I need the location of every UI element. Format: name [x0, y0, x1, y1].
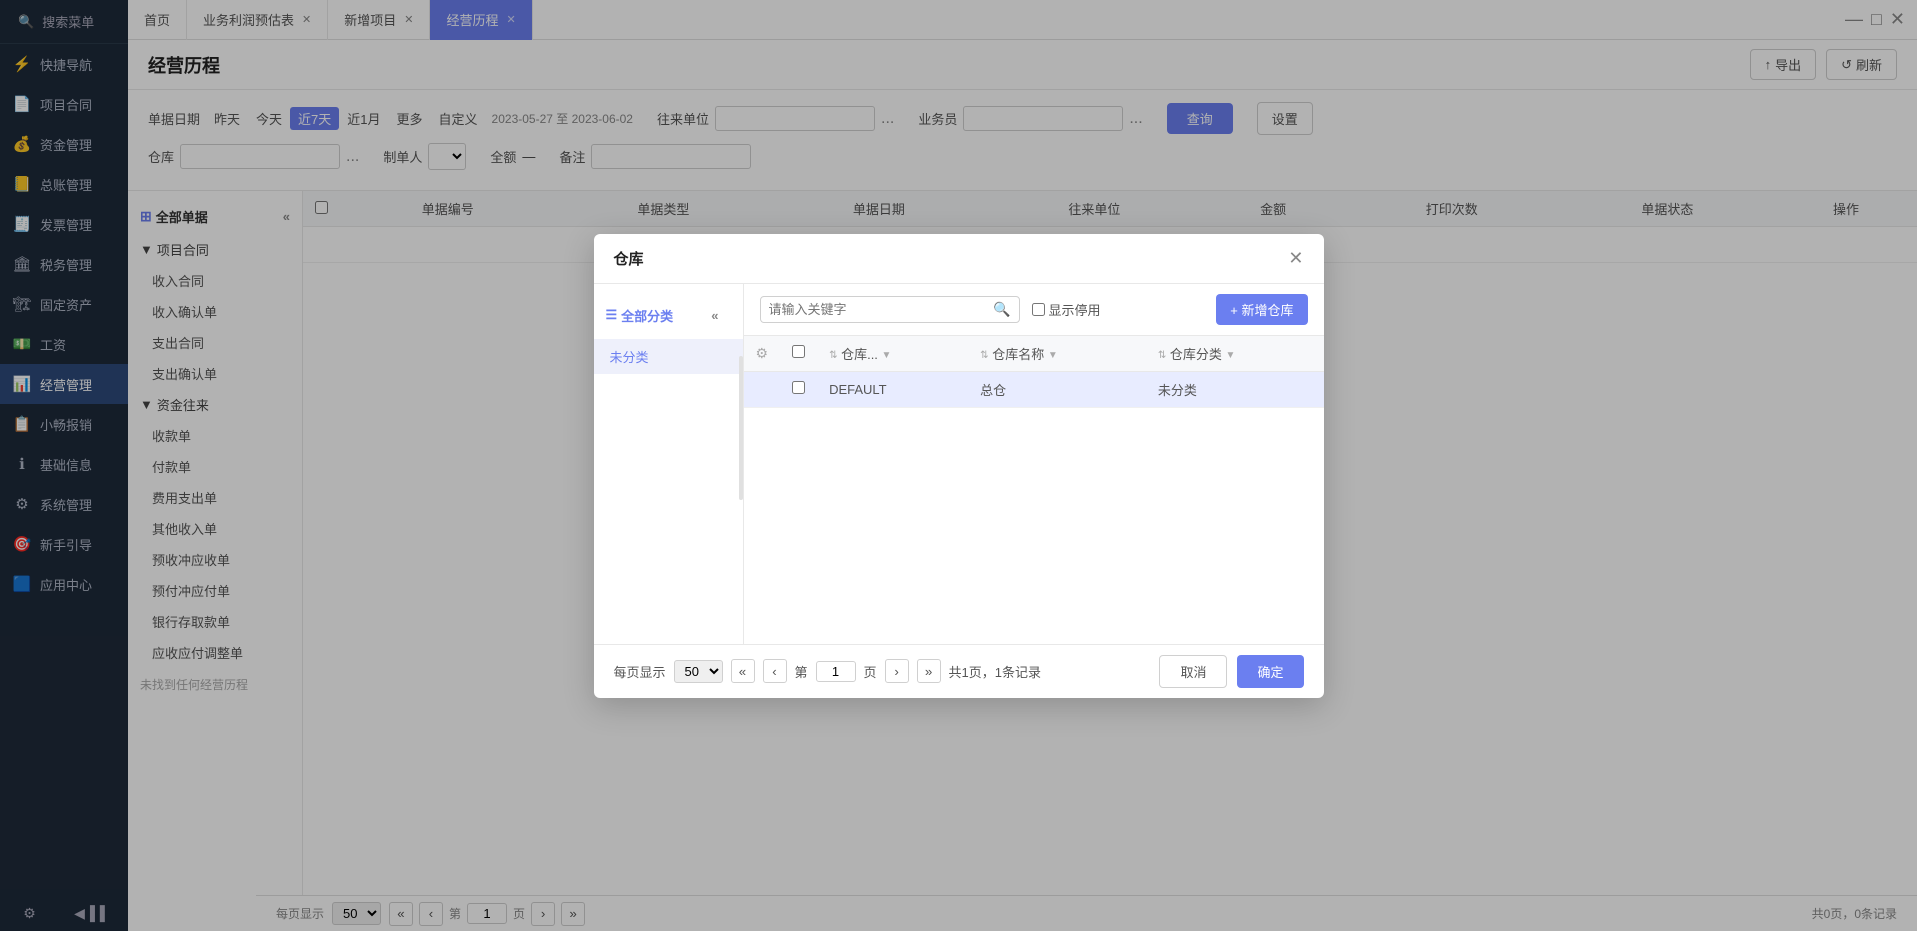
- dialog-per-page-label: 每页显示: [614, 662, 666, 681]
- dialog-th-category-label: 仓库分类: [1170, 347, 1222, 362]
- all-categories-label[interactable]: 全部分类: [621, 306, 673, 325]
- dialog-page-input[interactable]: [816, 661, 856, 682]
- dialog-right-panel: 🔍 显示停用 + 新增仓库 ⚙: [744, 284, 1324, 644]
- dialog-total-info: 共1页，1条记录: [949, 662, 1041, 681]
- sort-icon-cat: ⇅: [1158, 350, 1166, 361]
- add-warehouse-button[interactable]: + 新增仓库: [1216, 294, 1307, 325]
- dialog-th-gear: ⚙: [744, 336, 781, 372]
- dialog-next-page-btn[interactable]: ›: [885, 659, 909, 683]
- dialog-prev-page-btn[interactable]: ‹: [763, 659, 787, 683]
- dialog-left-unclassified[interactable]: 未分类: [594, 339, 743, 374]
- show-disabled-checkbox[interactable]: [1032, 303, 1045, 316]
- sort-icon-name: ⇅: [980, 350, 988, 361]
- dialog-body: ☰ 全部分类 « 未分类 🔍 显示停用 + 新增仓库: [594, 284, 1324, 644]
- dialog-toolbar: 🔍 显示停用 + 新增仓库: [744, 284, 1324, 336]
- collapse-left-btn[interactable]: «: [699, 300, 730, 331]
- dialog-search-input[interactable]: [769, 302, 994, 317]
- show-disabled-checkbox-label[interactable]: 显示停用: [1032, 300, 1101, 319]
- warehouse-dialog: 仓库 ✕ ☰ 全部分类 « 未分类 🔍 显示停用: [594, 234, 1324, 698]
- dialog-row-check: [780, 371, 817, 407]
- dialog-th-check: [780, 336, 817, 372]
- dialog-th-category: ⇅ 仓库分类 ▼: [1146, 336, 1324, 372]
- dialog-th-name: ⇅ 仓库名称 ▼: [968, 336, 1146, 372]
- dialog-footer-left: 每页显示 50 « ‹ 第 页 › » 共1页，1条记录: [614, 659, 1160, 683]
- dialog-footer: 每页显示 50 « ‹ 第 页 › » 共1页，1条记录 取消 确定: [594, 644, 1324, 698]
- filter-icon-name: ▼: [1048, 350, 1058, 361]
- dialog-first-page-btn[interactable]: «: [731, 659, 755, 683]
- dialog-row-gear: [744, 371, 781, 407]
- all-categories-icon: ☰: [606, 307, 618, 323]
- confirm-button[interactable]: 确定: [1237, 655, 1303, 688]
- search-icon: 🔍: [993, 301, 1010, 318]
- filter-icon: ▼: [882, 350, 892, 361]
- dialog-left-scrollbar[interactable]: [739, 356, 743, 500]
- dialog-row-category: 未分类: [1146, 371, 1324, 407]
- dialog-last-page-btn[interactable]: »: [917, 659, 941, 683]
- show-disabled-label: 显示停用: [1049, 300, 1101, 319]
- dialog-select-all-checkbox[interactable]: [792, 345, 805, 358]
- dialog-row-name: 总仓: [968, 371, 1146, 407]
- dialog-th-code-label: 仓库...: [841, 347, 878, 362]
- dialog-th-name-label: 仓库名称: [992, 347, 1044, 362]
- dialog-title: 仓库: [614, 248, 1289, 269]
- filter-icon-cat: ▼: [1225, 350, 1235, 361]
- gear-icon[interactable]: ⚙: [756, 345, 769, 361]
- dialog-th-code: ⇅ 仓库... ▼: [817, 336, 968, 372]
- dialog-header: 仓库 ✕: [594, 234, 1324, 284]
- dialog-search-box: 🔍: [760, 296, 1020, 323]
- dialog-row-code: DEFAULT: [817, 371, 968, 407]
- dialog-per-page-select[interactable]: 50: [674, 660, 723, 683]
- dialog-table-wrap: ⚙ ⇅ 仓库... ▼ ⇅: [744, 336, 1324, 644]
- sort-icon: ⇅: [829, 350, 837, 361]
- cancel-button[interactable]: 取消: [1159, 655, 1227, 688]
- dialog-left-panel: ☰ 全部分类 « 未分类: [594, 284, 744, 644]
- dialog-left-header: ☰ 全部分类 «: [594, 292, 743, 339]
- dialog-table-row[interactable]: DEFAULT 总仓 未分类: [744, 371, 1324, 407]
- dialog-page-suffix: 页: [864, 662, 877, 681]
- dialog-page-label: 第: [795, 662, 808, 681]
- dialog-footer-right: 取消 确定: [1159, 655, 1303, 688]
- dialog-close-icon[interactable]: ✕: [1288, 248, 1303, 269]
- dialog-table: ⚙ ⇅ 仓库... ▼ ⇅: [744, 336, 1324, 408]
- dialog-row-checkbox[interactable]: [792, 381, 805, 394]
